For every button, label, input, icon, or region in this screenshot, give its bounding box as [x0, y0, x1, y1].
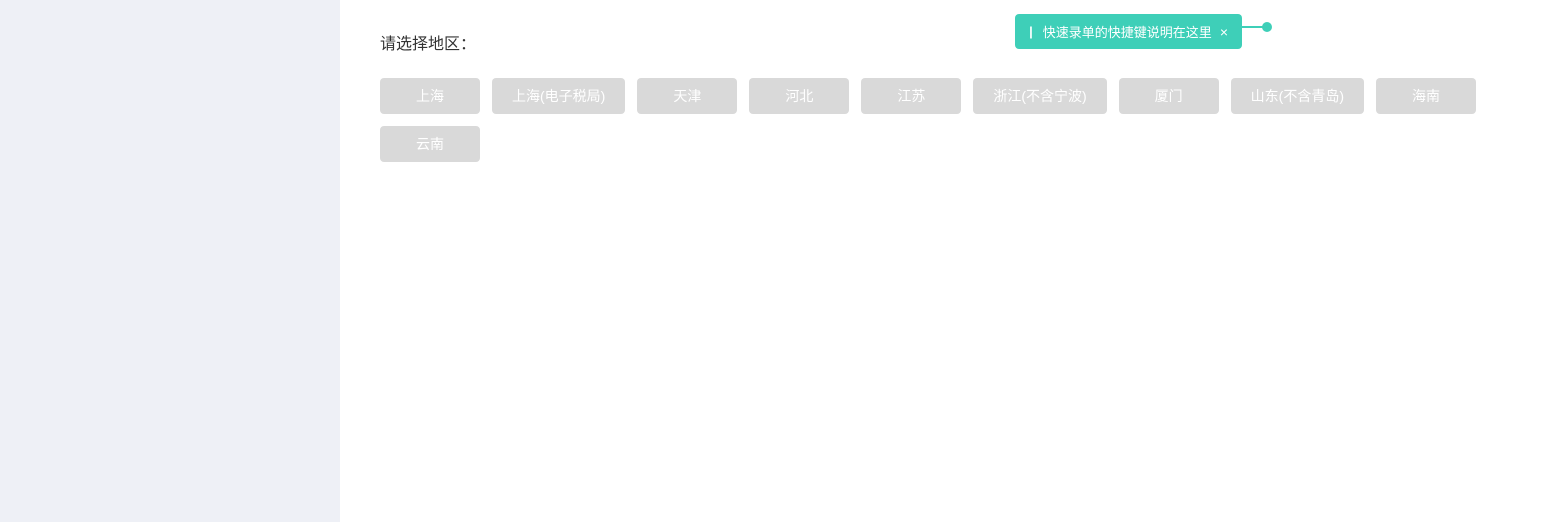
region-button-tianjin[interactable]: 天津 [637, 78, 737, 114]
main-content: 请选择地区： 上海上海(电子税局) 天津河北江苏浙江(不含宁波) 厦门山东(不含青岛… [340, 0, 1562, 522]
region-button-yunnan[interactable]: 云南 [380, 126, 480, 162]
region-button-hainan[interactable]: 海南 [1376, 78, 1476, 114]
tooltip-banner: 快速录单的快捷键说明在这里 × [1015, 14, 1242, 49]
tooltip-dot [1262, 22, 1272, 32]
page-title: 请选择地区： [380, 30, 1522, 54]
region-buttons: 上海上海(电子税局) 天津河北江苏浙江(不含宁波) 厦门山东(不含青岛) 海南云南 [380, 78, 1522, 162]
sidebar [0, 0, 340, 522]
region-button-zhejiang[interactable]: 浙江(不含宁波) [973, 78, 1106, 114]
region-button-xiamen[interactable]: 厦门 [1119, 78, 1219, 114]
region-button-shanghai[interactable]: 上海 [380, 78, 480, 114]
region-button-shandong[interactable]: 山东(不含青岛) [1231, 78, 1364, 114]
region-button-jiangsu[interactable]: 江苏 [861, 78, 961, 114]
region-button-hebei[interactable]: 河北 [749, 78, 849, 114]
tooltip-text: 快速录单的快捷键说明在这里 [1043, 22, 1212, 41]
region-button-shanghai-e[interactable]: 上海(电子税局) [492, 78, 625, 114]
tooltip-close-button[interactable]: × [1220, 25, 1228, 39]
